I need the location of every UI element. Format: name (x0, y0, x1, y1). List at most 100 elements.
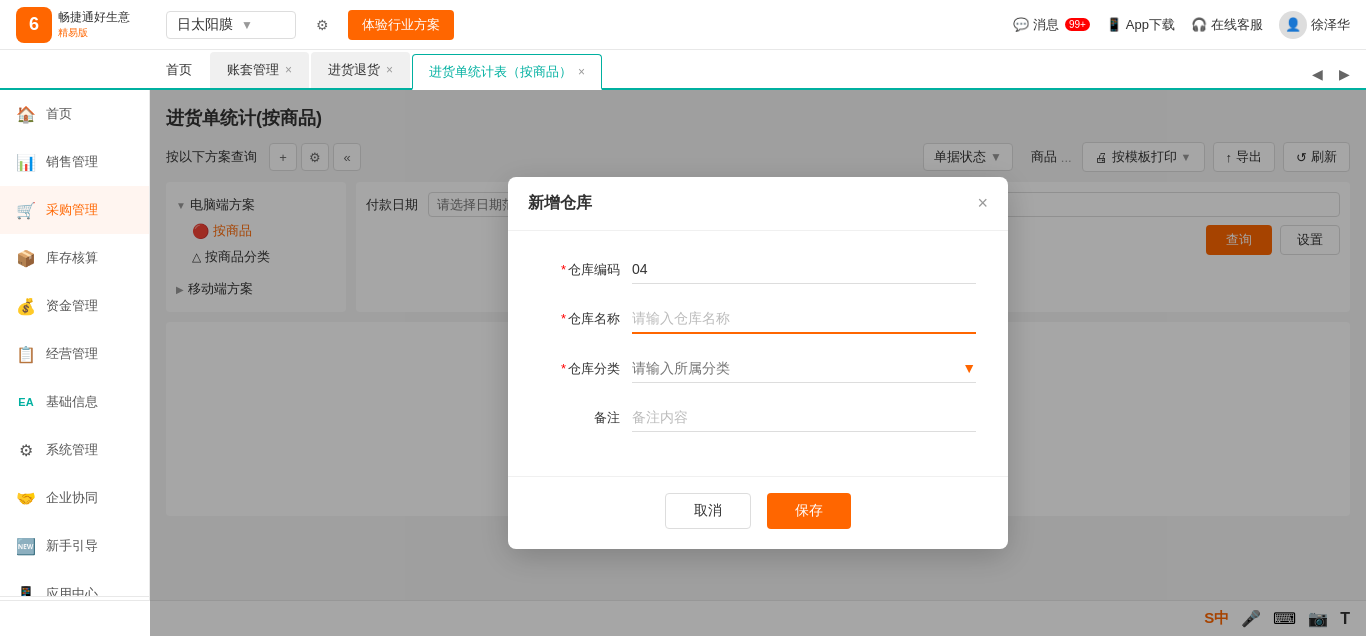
warehouse-code-input[interactable] (632, 255, 976, 284)
modal-close-button[interactable]: × (977, 193, 988, 214)
sidebar: 🏠 首页 📊 销售管理 🛒 采购管理 📦 库存核算 💰 资金管理 📋 经营管理 … (0, 90, 150, 636)
headphone-icon: 🎧 (1191, 17, 1207, 32)
logo-icon: 6 (16, 7, 52, 43)
inventory-icon: 📦 (16, 248, 36, 268)
purchase-return-tab-close[interactable]: × (386, 63, 393, 77)
warehouse-category-row: *仓库分类 ▼ (540, 354, 976, 383)
settings-button[interactable]: ⚙ (306, 9, 338, 41)
purchase-stats-tab-label: 进货单统计表（按商品） (429, 63, 572, 81)
warehouse-code-row: *仓库编码 (540, 255, 976, 284)
guide-icon: 🆕 (16, 536, 36, 556)
required-star-1: * (561, 262, 566, 277)
sales-icon: 📊 (16, 152, 36, 172)
sidebar-operations-label: 经营管理 (46, 345, 98, 363)
tab-bar-controls: ◀ ▶ (1306, 64, 1366, 88)
purchase-icon: 🛒 (16, 200, 36, 220)
sidebar-item-purchase[interactable]: 🛒 采购管理 (0, 186, 149, 234)
sidebar-item-finance[interactable]: 💰 资金管理 (0, 282, 149, 330)
modal-title: 新增仓库 (528, 193, 592, 214)
modal-footer: 取消 保存 (508, 476, 1008, 549)
app-download-label: App下载 (1126, 16, 1175, 34)
online-service-label: 在线客服 (1211, 16, 1263, 34)
tab-purchase-return[interactable]: 进货退货 × (311, 52, 410, 88)
avatar: 👤 (1279, 11, 1307, 39)
sidebar-inventory-label: 库存核算 (46, 249, 98, 267)
warehouse-name-row: *仓库名称 (540, 304, 976, 334)
required-star-3: * (561, 361, 566, 376)
gear-icon: ⚙ (316, 17, 329, 33)
logo-tagline: 畅捷通好生意 (58, 10, 130, 26)
new-warehouse-modal: 新增仓库 × *仓库编码 *仓库名称 (508, 177, 1008, 549)
operations-icon: 📋 (16, 344, 36, 364)
sidebar-purchase-label: 采购管理 (46, 201, 98, 219)
sidebar-finance-label: 资金管理 (46, 297, 98, 315)
sidebar-item-enterprise[interactable]: 🤝 企业协同 (0, 474, 149, 522)
warehouse-category-input[interactable] (632, 360, 962, 376)
message-icon: 💬 (1013, 17, 1029, 32)
modal-body: *仓库编码 *仓库名称 *仓库分类 (508, 231, 1008, 476)
required-star-2: * (561, 311, 566, 326)
tab-prev-button[interactable]: ◀ (1306, 64, 1329, 84)
content-area: 进货单统计(按商品) 按以下方案查询 + ⚙ « 单据状态 ▼ 商品 ... (150, 90, 1366, 636)
sidebar-item-system[interactable]: ⚙ 系统管理 (0, 426, 149, 474)
phone-icon: 📱 (1106, 17, 1122, 32)
home-icon: 🏠 (16, 104, 36, 124)
app-download-button[interactable]: 📱 App下载 (1106, 16, 1175, 34)
header-right: 💬 消息 99+ 📱 App下载 🎧 在线客服 👤 徐泽华 (1013, 11, 1350, 39)
warehouse-code-label: *仓库编码 (540, 261, 620, 279)
tab-home[interactable]: 首页 (150, 52, 208, 88)
warehouse-name-input[interactable] (632, 304, 976, 334)
warehouse-category-select[interactable]: ▼ (632, 354, 976, 383)
account-tab-label: 账套管理 (227, 61, 279, 79)
system-icon: ⚙ (16, 440, 36, 460)
sidebar-item-operations[interactable]: 📋 经营管理 (0, 330, 149, 378)
store-selector[interactable]: 日太阳膜 ▼ (166, 11, 296, 39)
purchase-return-tab-label: 进货退货 (328, 61, 380, 79)
main-layout: 🏠 首页 📊 销售管理 🛒 采购管理 📦 库存核算 💰 资金管理 📋 经营管理 … (0, 90, 1366, 636)
sidebar-system-label: 系统管理 (46, 441, 98, 459)
logo-area: 6 畅捷通好生意 精易版 (16, 7, 166, 43)
sidebar-item-sales[interactable]: 📊 销售管理 (0, 138, 149, 186)
tab-bar: 首页 账套管理 × 进货退货 × 进货单统计表（按商品） × ◀ ▶ (0, 50, 1366, 90)
warehouse-category-label: *仓库分类 (540, 360, 620, 378)
logo-text: 畅捷通好生意 精易版 (58, 10, 130, 39)
finance-icon: 💰 (16, 296, 36, 316)
message-label: 消息 (1033, 16, 1059, 34)
sidebar-item-home[interactable]: 🏠 首页 (0, 90, 149, 138)
trial-button[interactable]: 体验行业方案 (348, 10, 454, 40)
tab-next-button[interactable]: ▶ (1333, 64, 1356, 84)
store-dropdown-arrow: ▼ (241, 18, 253, 32)
category-dropdown-arrow: ▼ (962, 360, 976, 376)
user-profile-button[interactable]: 👤 徐泽华 (1279, 11, 1350, 39)
sidebar-basic-info-label: 基础信息 (46, 393, 98, 411)
home-tab-label: 首页 (166, 61, 192, 79)
top-header: 6 畅捷通好生意 精易版 日太阳膜 ▼ ⚙ 体验行业方案 💬 消息 99+ 📱 … (0, 0, 1366, 50)
account-tab-close[interactable]: × (285, 63, 292, 77)
basic-info-icon: EA (16, 392, 36, 412)
modal-header: 新增仓库 × (508, 177, 1008, 231)
sidebar-enterprise-label: 企业协同 (46, 489, 98, 507)
remark-row: 备注 (540, 403, 976, 432)
remark-input[interactable] (632, 403, 976, 432)
username-label: 徐泽华 (1311, 16, 1350, 34)
sidebar-sales-label: 销售管理 (46, 153, 98, 171)
cancel-button[interactable]: 取消 (665, 493, 751, 529)
purchase-stats-tab-close[interactable]: × (578, 65, 585, 79)
sidebar-item-inventory[interactable]: 📦 库存核算 (0, 234, 149, 282)
tab-account[interactable]: 账套管理 × (210, 52, 309, 88)
logo-edition: 精易版 (58, 26, 130, 39)
sidebar-guide-label: 新手引导 (46, 537, 98, 555)
sidebar-item-basic-info[interactable]: EA 基础信息 (0, 378, 149, 426)
message-button[interactable]: 💬 消息 99+ (1013, 16, 1090, 34)
sidebar-item-guide[interactable]: 🆕 新手引导 (0, 522, 149, 570)
message-badge: 99+ (1065, 18, 1090, 31)
tab-purchase-stats[interactable]: 进货单统计表（按商品） × (412, 54, 602, 90)
online-service-button[interactable]: 🎧 在线客服 (1191, 16, 1263, 34)
save-button[interactable]: 保存 (767, 493, 851, 529)
modal-overlay: 新增仓库 × *仓库编码 *仓库名称 (150, 90, 1366, 636)
store-name: 日太阳膜 (177, 16, 233, 34)
enterprise-icon: 🤝 (16, 488, 36, 508)
remark-label: 备注 (540, 409, 620, 427)
sidebar-home-label: 首页 (46, 105, 72, 123)
warehouse-name-label: *仓库名称 (540, 310, 620, 328)
